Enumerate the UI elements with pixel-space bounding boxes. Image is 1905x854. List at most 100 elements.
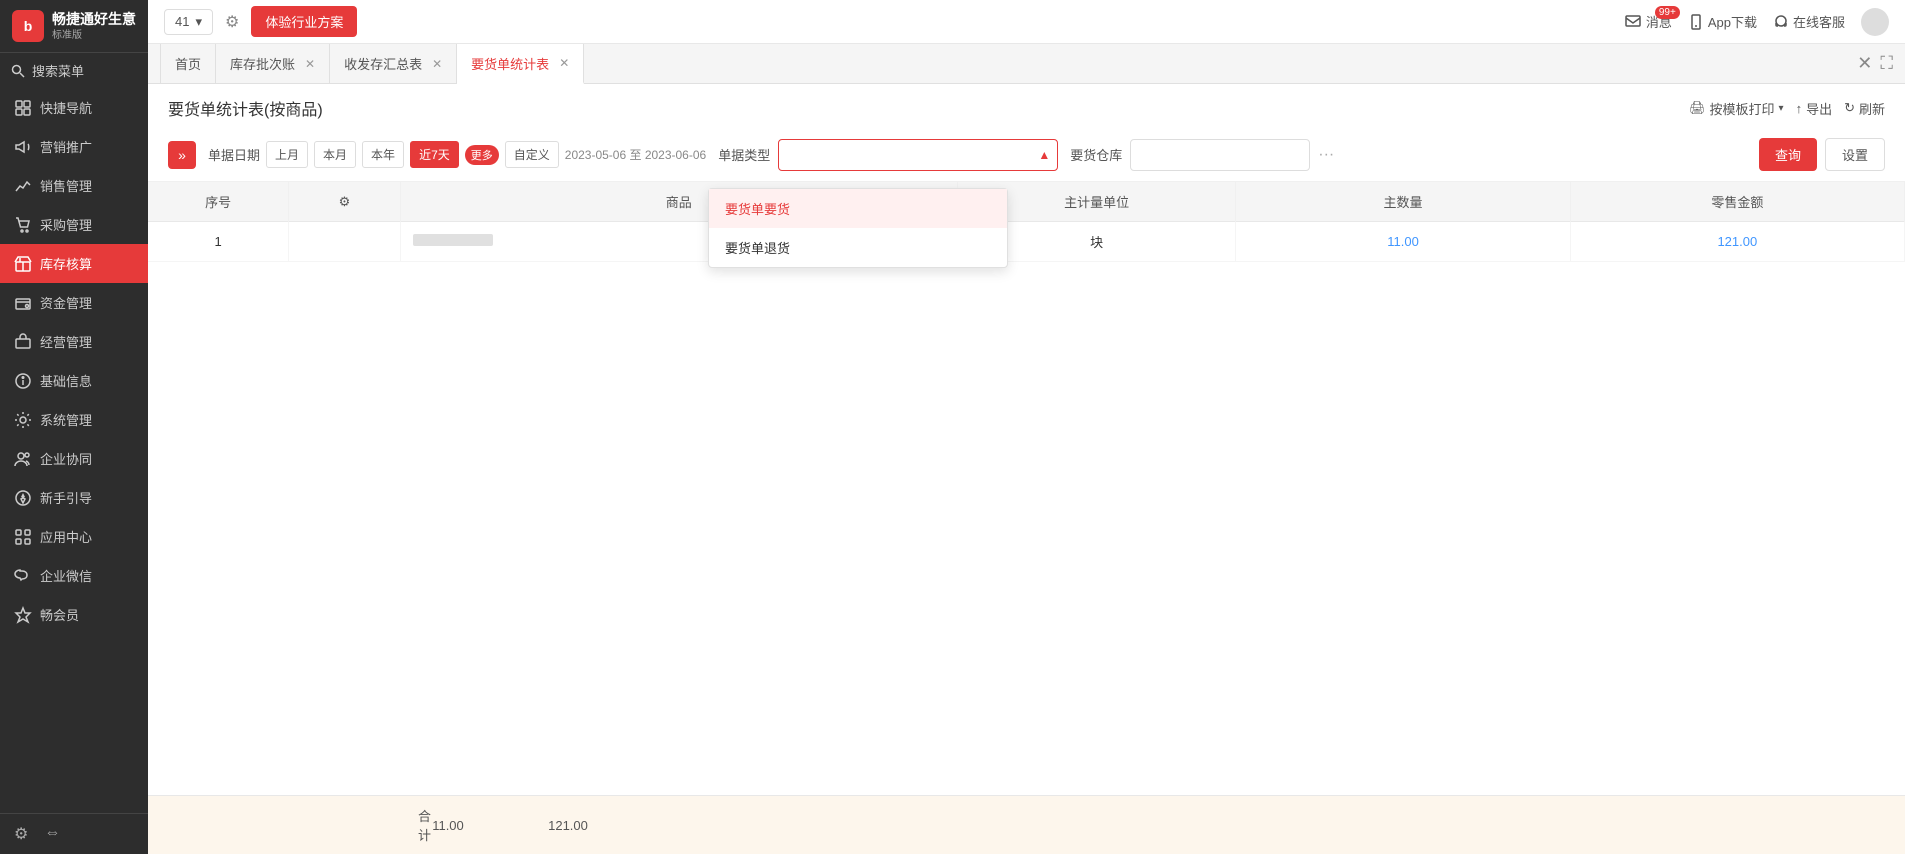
filter-settings-btn[interactable]: 设置 [1825, 138, 1885, 171]
vip-icon [14, 606, 32, 624]
sidebar-bottom: ⚙ ⇔ [0, 813, 148, 854]
col-header-settings[interactable]: ⚙ [289, 182, 400, 222]
printer-icon: 🖨 [1689, 100, 1706, 116]
date-btn-prev[interactable]: 上月 [266, 141, 308, 168]
sidebar-item-wechat[interactable]: 企业微信 [0, 556, 148, 595]
collapse-icon[interactable]: ⇔ [44, 824, 60, 844]
sidebar-item-finance[interactable]: 资金管理 [0, 283, 148, 322]
warehouse-filter-group: 要货仓库 ··· [1070, 139, 1334, 171]
sidebar-item-sales[interactable]: 销售管理 [0, 166, 148, 205]
refresh-btn[interactable]: ↻ 刷新 [1844, 99, 1885, 118]
refresh-icon: ↻ [1844, 100, 1855, 116]
export-icon: ↑ [1796, 101, 1803, 116]
amount-link[interactable]: 121.00 [1717, 234, 1757, 249]
mobile-icon [1688, 14, 1704, 30]
date-btn-last7[interactable]: 近7天 [410, 141, 459, 168]
app-download-btn[interactable]: App下载 [1688, 12, 1757, 31]
filter-expand-btn[interactable]: » [168, 141, 196, 169]
settings-icon-topbar[interactable]: ⚙ [225, 12, 239, 32]
date-btn-cur[interactable]: 本月 [314, 141, 356, 168]
filter-bar: » 单据日期 上月 本月 本年 近7天 更多 自定义 2023-05-06 至 … [148, 128, 1905, 182]
footer-amount: 121.00 [508, 818, 628, 833]
col-header-no: 序号 [148, 182, 289, 222]
compass-icon [14, 489, 32, 507]
sidebar-item-appstore[interactable]: 应用中心 [0, 517, 148, 556]
tab-inventory-batch[interactable]: 库存批次账 ✕ [216, 44, 330, 84]
sidebar-item-system[interactable]: 系统管理 [0, 400, 148, 439]
date-range-display: 2023-05-06 至 2023-06-06 [565, 146, 706, 163]
dropdown-item-return[interactable]: 要货单退货 [709, 228, 1007, 267]
table-row: 1 块 11.00 121.00 [148, 222, 1905, 262]
sidebar-search-btn[interactable]: 搜索菜单 [0, 53, 148, 88]
sidebar-item-inventory[interactable]: 库存核算 [0, 244, 148, 283]
data-table: 序号 ⚙ 商品 主计量单位 主数量 零售金额 1 [148, 182, 1905, 262]
footer-qty: 11.00 [388, 818, 508, 833]
table-settings-icon[interactable]: ⚙ [339, 194, 351, 209]
sidebar-item-basic[interactable]: 基础信息 [0, 361, 148, 400]
type-dropdown: 要货单要货 要货单退货 [708, 188, 1008, 268]
page-title: 要货单统计表(按商品) [168, 96, 323, 120]
chevron-down-print-icon: ▾ [1779, 103, 1784, 114]
date-btn-custom[interactable]: 自定义 [505, 141, 559, 168]
topbar: 41 ▾ ⚙ 体验行业方案 消息 99+ App下载 [148, 0, 1905, 44]
app-icon [14, 528, 32, 546]
type-filter-group: 单据类型 ▲ [718, 139, 1058, 171]
date-btn-cur-year[interactable]: 本年 [362, 141, 404, 168]
sidebar-item-marketing[interactable]: 营销推广 [0, 127, 148, 166]
type-dropdown-toggle[interactable]: ▲ [1038, 148, 1050, 162]
online-service-btn[interactable]: 在线客服 [1773, 12, 1845, 31]
logo-icon: b [12, 10, 44, 42]
export-btn[interactable]: ↑ 导出 [1796, 99, 1833, 118]
tabs-bar: 首页 库存批次账 ✕ 收发存汇总表 ✕ 要货单统计表 ✕ ✕ ⛶ [148, 44, 1905, 84]
sidebar-item-enterprise[interactable]: 企业协同 [0, 439, 148, 478]
settings-bottom-icon[interactable]: ⚙ [14, 824, 28, 844]
search-icon [10, 63, 26, 79]
filter-action-btns: 查询 设置 [1759, 138, 1885, 171]
tab-receivable-summary[interactable]: 收发存汇总表 ✕ [330, 44, 457, 84]
sidebar-nav: 快捷导航 营销推广 销售管理 采购管理 [0, 88, 148, 813]
page-area: 要货单统计表(按商品) 🖨 按模板打印 ▾ ↑ 导出 ↻ 刷新 » [148, 84, 1905, 854]
tab-close-all-btn[interactable]: ✕ [1857, 53, 1872, 74]
sidebar-item-purchase[interactable]: 采购管理 [0, 205, 148, 244]
query-btn[interactable]: 查询 [1759, 138, 1817, 171]
box-icon [14, 255, 32, 273]
col-header-qty: 主数量 [1236, 182, 1570, 222]
sidebar-item-operations[interactable]: 经营管理 [0, 322, 148, 361]
sidebar-item-quick-nav[interactable]: 快捷导航 [0, 88, 148, 127]
tab-maximize-btn[interactable]: ⛶ [1880, 53, 1893, 74]
cell-no: 1 [148, 222, 289, 262]
type-input[interactable] [778, 139, 1058, 171]
col-header-amount: 零售金额 [1570, 182, 1904, 222]
user-avatar[interactable] [1861, 8, 1889, 36]
table-footer: 合计 11.00 121.00 [148, 795, 1905, 854]
tab-close-inventory-batch[interactable]: ✕ [305, 57, 315, 71]
date-filter-group: 单据日期 上月 本月 本年 近7天 更多 自定义 2023-05-06 至 20… [208, 141, 706, 168]
warehouse-input[interactable] [1130, 139, 1310, 171]
sidebar-item-members[interactable]: 畅会员 [0, 595, 148, 634]
tab-close-requisition[interactable]: ✕ [559, 56, 569, 70]
sidebar: b 畅捷通好生意 标准版 搜索菜单 快捷导航 [0, 0, 148, 854]
more-date-btn[interactable]: 更多 [465, 145, 499, 165]
page-header: 要货单统计表(按商品) 🖨 按模板打印 ▾ ↑ 导出 ↻ 刷新 [148, 84, 1905, 128]
qty-link[interactable]: 11.00 [1387, 234, 1419, 249]
dropdown-item-requisition[interactable]: 要货单要货 [709, 189, 1007, 228]
topbar-right: 消息 99+ App下载 在线客服 [1624, 8, 1889, 36]
tab-home[interactable]: 首页 [160, 44, 216, 84]
megaphone-icon [14, 138, 32, 156]
cell-qty: 11.00 [1236, 222, 1570, 262]
info-icon [14, 372, 32, 390]
messages-btn[interactable]: 消息 99+ [1624, 12, 1672, 31]
warehouse-dots-btn[interactable]: ··· [1318, 146, 1334, 164]
trial-btn[interactable]: 体验行业方案 [251, 6, 357, 37]
tab-close-receivable[interactable]: ✕ [432, 57, 442, 71]
print-template-btn[interactable]: 🖨 按模板打印 ▾ [1689, 99, 1784, 118]
tab-requisition-stats[interactable]: 要货单统计表 ✕ [457, 44, 584, 84]
chart-icon [14, 177, 32, 195]
store-selector[interactable]: 41 ▾ [164, 9, 213, 35]
sidebar-item-guide[interactable]: 新手引导 [0, 478, 148, 517]
settings-icon [14, 411, 32, 429]
cell-amount: 121.00 [1570, 222, 1904, 262]
message-icon [1624, 13, 1642, 31]
table-header-row: 序号 ⚙ 商品 主计量单位 主数量 零售金额 [148, 182, 1905, 222]
shopping-icon [14, 216, 32, 234]
